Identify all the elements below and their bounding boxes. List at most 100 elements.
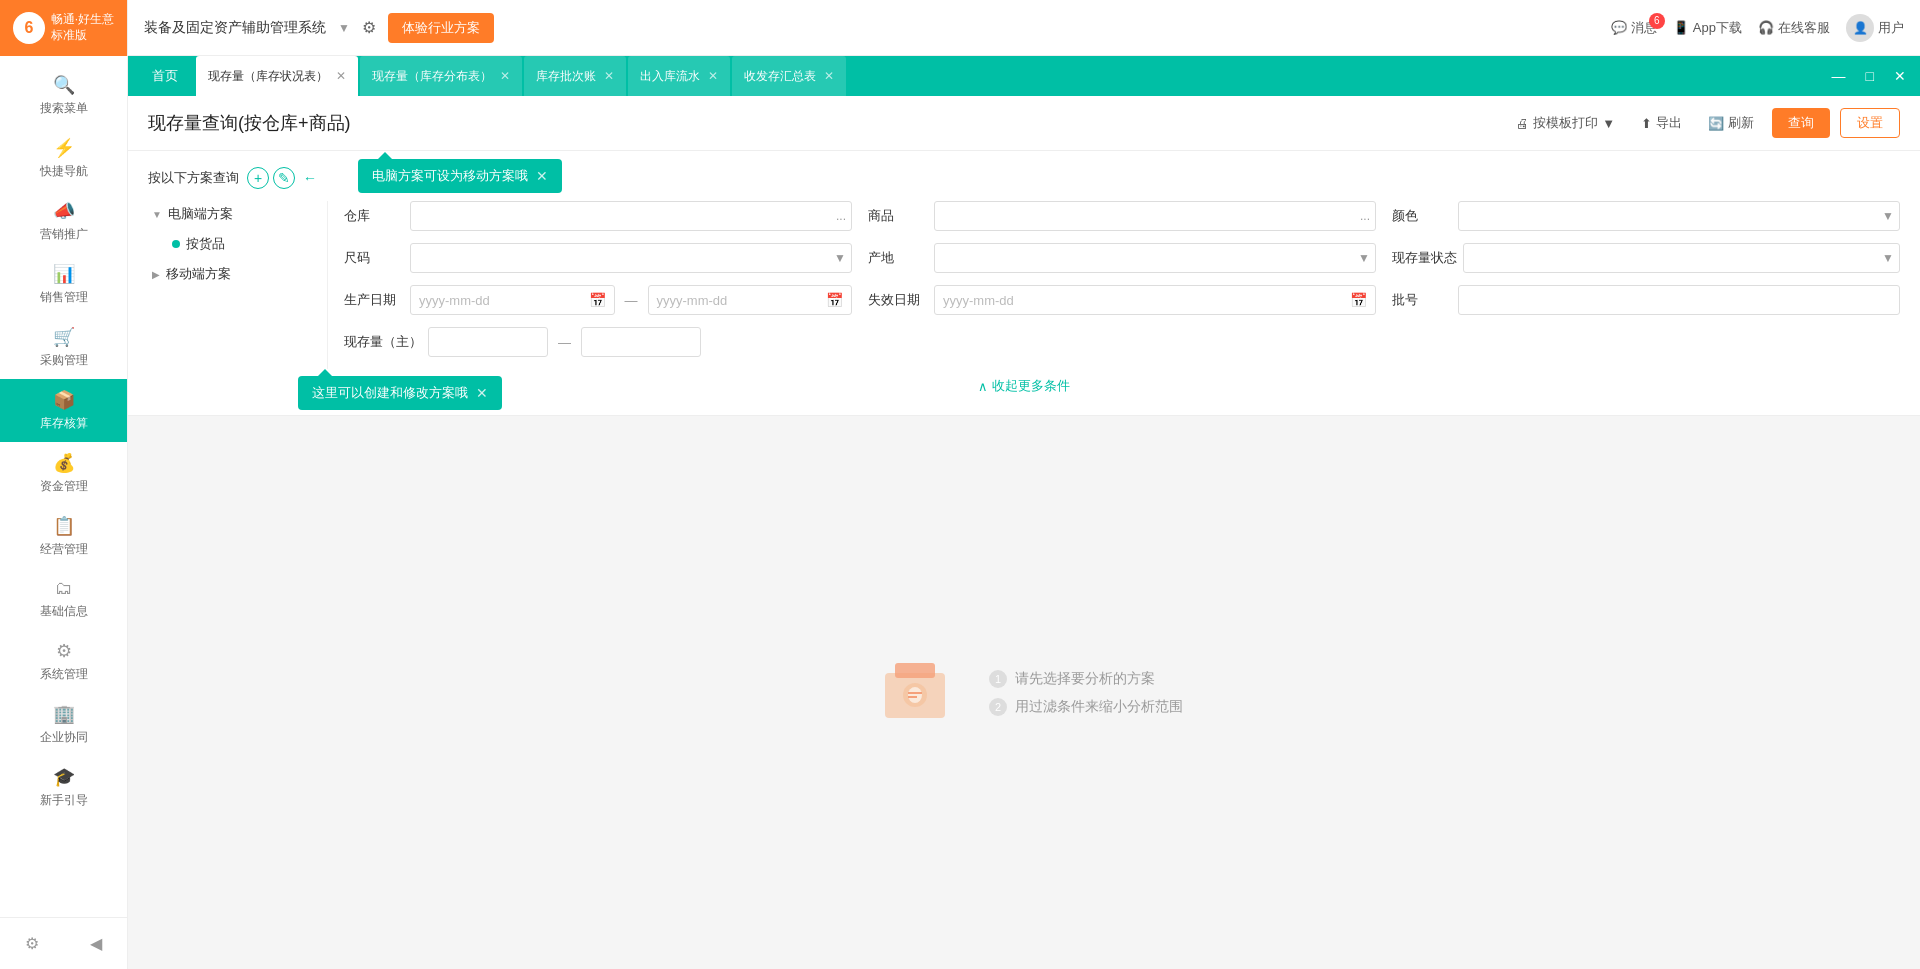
batch-label: 批号 [1392, 291, 1452, 309]
color-select[interactable] [1458, 201, 1900, 231]
prod-date-field: 生产日期 yyyy-mm-dd 📅 — yyyy-mm-dd 📅 [344, 285, 852, 315]
newbie-icon: 🎓 [53, 766, 75, 788]
sidebar-item-label: 新手引导 [40, 792, 88, 809]
sidebar-item-system[interactable]: ⚙系统管理 [0, 630, 127, 693]
tab-stock-batch[interactable]: 库存批次账 ✕ [524, 56, 626, 96]
scheme-pc[interactable]: ▼ 电脑端方案 [148, 201, 311, 227]
user-menu[interactable]: 👤 用户 [1846, 14, 1904, 42]
sidebar-collapse-btn[interactable]: ◀ [82, 930, 110, 957]
tab-maximize-btn[interactable]: □ [1860, 66, 1880, 86]
goods-label: 商品 [868, 207, 928, 225]
warehouse-select[interactable] [410, 201, 852, 231]
system-icon: ⚙ [56, 640, 72, 662]
message-btn[interactable]: 💬 消息 6 [1611, 19, 1657, 37]
origin-select[interactable] [934, 243, 1376, 273]
sidebar-item-purchase[interactable]: 🛒采购管理 [0, 316, 127, 379]
sidebar-item-sales[interactable]: 📊销售管理 [0, 253, 127, 316]
prod-date-to[interactable]: yyyy-mm-dd 📅 [648, 285, 853, 315]
settings-button[interactable]: 设置 [1840, 108, 1900, 138]
online-support-label: 在线客服 [1778, 19, 1830, 37]
tab-home[interactable]: 首页 [136, 56, 194, 96]
scheme-by-goods-label: 按货品 [186, 235, 225, 253]
prod-date-label: 生产日期 [344, 291, 404, 309]
sidebar-item-operation[interactable]: 📋经营管理 [0, 505, 127, 568]
tab-stock-batch-close[interactable]: ✕ [604, 69, 614, 83]
export-icon: ⬆ [1641, 116, 1652, 131]
sidebar-item-label: 营销推广 [40, 226, 88, 243]
scheme-pc-expand-icon: ▼ [152, 209, 162, 220]
sidebar-item-basic[interactable]: 🗂基础信息 [0, 568, 127, 630]
system-title-dropdown-icon[interactable]: ▼ [338, 21, 350, 35]
refresh-btn[interactable]: 🔄 刷新 [1700, 110, 1762, 136]
origin-select-wrapper: ▼ [934, 243, 1376, 273]
sidebar-item-stock[interactable]: 📦库存核算 [0, 379, 127, 442]
expire-date-from-calendar-icon[interactable]: 📅 [1350, 292, 1367, 308]
sidebar-item-newbie[interactable]: 🎓 新手引导 [0, 756, 127, 819]
industry-plan-button[interactable]: 体验行业方案 [388, 13, 494, 43]
tooltip2-close[interactable]: ✕ [476, 385, 488, 401]
sidebar-nav: 🔍搜索菜单⚡快捷导航📣营销推广📊销售管理🛒采购管理📦库存核算💰资金管理📋经营管理… [0, 56, 127, 917]
expire-date-from[interactable]: yyyy-mm-dd 📅 [934, 285, 1376, 315]
tab-in-out-flow-close[interactable]: ✕ [708, 69, 718, 83]
tab-stock-dist-close[interactable]: ✕ [500, 69, 510, 83]
prod-date-from-calendar-icon[interactable]: 📅 [589, 292, 606, 308]
user-avatar: 👤 [1846, 14, 1874, 42]
export-btn[interactable]: ⬆ 导出 [1633, 110, 1690, 136]
tab-stock-status[interactable]: 现存量（库存状况表） ✕ [196, 56, 358, 96]
tab-in-out-flow[interactable]: 出入库流水 ✕ [628, 56, 730, 96]
sidebar-item-label: 库存核算 [40, 415, 88, 432]
scheme-mobile[interactable]: ▶ 移动端方案 [148, 261, 311, 287]
scheme-by-goods[interactable]: 按货品 [148, 231, 311, 257]
sidebar-item-assets[interactable]: 💰资金管理 [0, 442, 127, 505]
add-scheme-btn[interactable]: + [247, 167, 269, 189]
tab-collect-summary-close[interactable]: ✕ [824, 69, 834, 83]
size-select[interactable] [410, 243, 852, 273]
sidebar-bottom: ⚙ ◀ [0, 917, 127, 969]
sidebar-item-company[interactable]: 🏢企业协同 [0, 693, 127, 756]
print-icon: 🖨 [1516, 116, 1529, 131]
query-button[interactable]: 查询 [1772, 108, 1830, 138]
tab-minimize-btn[interactable]: — [1826, 66, 1852, 86]
app-download-label: App下载 [1693, 19, 1742, 37]
filter-row-1: 仓库 ... 商品 [344, 201, 1900, 231]
print-btn[interactable]: 🖨 按模板打印 ▼ [1508, 110, 1623, 136]
stock-status-select[interactable] [1463, 243, 1900, 273]
empty-text: 1 请先选择要分析的方案 2 用过滤条件来缩小分析范围 [989, 670, 1183, 716]
goods-field: 商品 ... [868, 201, 1376, 231]
sidebar: 6 畅通·好生意 标准版 🔍搜索菜单⚡快捷导航📣营销推广📊销售管理🛒采购管理📦库… [0, 0, 128, 969]
collapse-label: 收起更多条件 [992, 377, 1070, 395]
batch-input[interactable] [1458, 285, 1900, 315]
sidebar-item-marketing[interactable]: 📣营销推广 [0, 190, 127, 253]
online-support-btn[interactable]: 🎧 在线客服 [1758, 19, 1830, 37]
left-arrow-btn[interactable]: ← [299, 167, 321, 189]
filter-btn-group: + ✎ ← [247, 167, 321, 189]
size-field: 尺码 ▼ [344, 243, 852, 273]
prod-date-to-calendar-icon[interactable]: 📅 [826, 292, 843, 308]
logo: 6 畅通·好生意 标准版 [0, 0, 127, 56]
topbar-settings-icon[interactable]: ⚙ [362, 18, 376, 37]
edit-scheme-btn[interactable]: ✎ [273, 167, 295, 189]
empty-hint-1: 1 请先选择要分析的方案 [989, 670, 1183, 688]
prod-date-dash: — [625, 293, 638, 308]
sidebar-item-label: 搜索菜单 [40, 100, 88, 117]
tab-close-btn[interactable]: ✕ [1888, 66, 1912, 86]
goods-select[interactable] [934, 201, 1376, 231]
sidebar-item-search[interactable]: 🔍搜索菜单 [0, 64, 127, 127]
tooltip1-close[interactable]: ✕ [536, 168, 548, 184]
prod-date-from[interactable]: yyyy-mm-dd 📅 [410, 285, 615, 315]
tab-collect-summary[interactable]: 收发存汇总表 ✕ [732, 56, 846, 96]
sidebar-item-quick[interactable]: ⚡快捷导航 [0, 127, 127, 190]
tab-stock-dist[interactable]: 现存量（库存分布表） ✕ [360, 56, 522, 96]
tab-stock-status-close[interactable]: ✕ [336, 69, 346, 83]
system-title: 装备及固定资产辅助管理系统 [144, 19, 326, 37]
filter-area: 按以下方案查询 + ✎ ← 电脑方案可设为移动方案哦 ✕ ▼ 电脑端方案 [128, 151, 1920, 416]
tab-in-out-flow-label: 出入库流水 [640, 68, 700, 85]
stock-main-to-input[interactable] [581, 327, 701, 357]
stock-main-from-input[interactable] [428, 327, 548, 357]
tab-stock-dist-label: 现存量（库存分布表） [372, 68, 492, 85]
tab-bar: 首页 现存量（库存状况表） ✕ 现存量（库存分布表） ✕ 库存批次账 ✕ 出入库… [128, 56, 1920, 96]
app-download-btn[interactable]: 📱 App下载 [1673, 19, 1742, 37]
topbar-left: 装备及固定资产辅助管理系统 ▼ ⚙ 体验行业方案 [144, 13, 494, 43]
color-field: 颜色 ▼ [1392, 201, 1900, 231]
sidebar-settings-btn[interactable]: ⚙ [17, 930, 47, 957]
